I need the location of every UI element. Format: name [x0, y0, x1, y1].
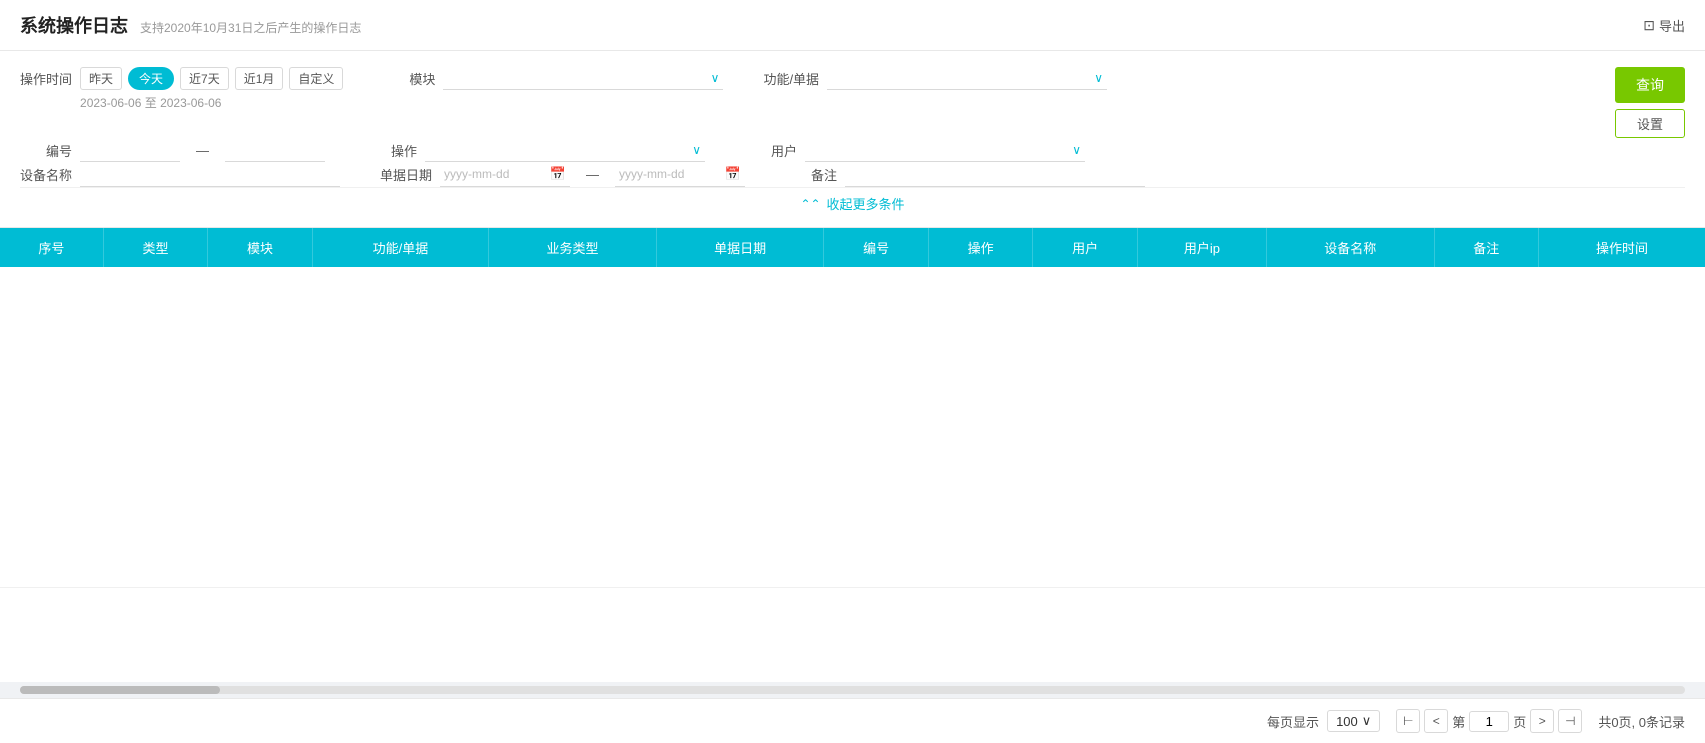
operation-filter: 操作 ∨ [365, 139, 705, 162]
col-biz-type: 业务类型 [489, 228, 657, 267]
page-size-select[interactable]: 100 ∨ [1327, 710, 1380, 732]
date-end-placeholder: yyyy-mm-dd [619, 167, 721, 181]
operation-select[interactable]: ∨ [425, 139, 705, 162]
user-label: 用户 [745, 141, 797, 160]
module-select[interactable]: ∨ [443, 67, 723, 90]
time-filter-group: 操作时间 昨天 今天 近7天 近1月 自定义 2023-06-06 至 2023… [20, 67, 343, 111]
page-number-input[interactable] [1469, 711, 1509, 732]
device-label: 设备名称 [20, 165, 72, 184]
settings-button[interactable]: 设置 [1615, 109, 1685, 138]
page-first-label: 第 [1452, 712, 1465, 731]
date-filter: 单据日期 yyyy-mm-dd 📅 — yyyy-mm-dd 📅 [380, 162, 745, 187]
function-filter: 功能/单据 ∨ [763, 67, 1107, 90]
col-user: 用户 [1033, 228, 1137, 267]
collapse-icon: ⌃⌃ [800, 197, 820, 211]
table-area: 序号 类型 模块 功能/单据 业务类型 单据日期 编号 操作 用户 用户ip 设… [0, 228, 1705, 682]
col-remark: 备注 [1434, 228, 1538, 267]
module-filter: 模块 ∨ [383, 67, 723, 90]
device-input[interactable] [80, 163, 340, 187]
date-start-wrap[interactable]: yyyy-mm-dd 📅 [440, 162, 570, 187]
time-btn-yesterday[interactable]: 昨天 [80, 67, 122, 90]
module-arrow-icon: ∨ [711, 71, 720, 85]
col-module: 模块 [208, 228, 312, 267]
remark-input[interactable] [845, 163, 1145, 187]
export-button[interactable]: ⊡ 导出 [1643, 16, 1685, 35]
calendar-start-icon: 📅 [550, 166, 566, 182]
number-label: 编号 [20, 141, 72, 160]
collapse-button[interactable]: ⌃⌃ 收起更多条件 [800, 194, 904, 213]
col-date: 单据日期 [656, 228, 824, 267]
page-size-value: 100 [1336, 714, 1358, 729]
table-body [0, 267, 1705, 587]
operation-label: 操作 [365, 141, 417, 160]
time-range-text: 2023-06-06 至 2023-06-06 [80, 94, 343, 111]
time-btn-today[interactable]: 今天 [128, 67, 174, 90]
page-nav: ⊢ < 第 页 > ⊣ [1396, 709, 1582, 733]
export-label: 导出 [1659, 16, 1685, 35]
function-arrow-icon: ∨ [1094, 71, 1103, 85]
col-operation: 操作 [928, 228, 1032, 267]
total-info: 共0页, 0条记录 [1598, 712, 1685, 731]
page-unit: 页 [1513, 712, 1526, 731]
col-user-ip: 用户ip [1137, 228, 1266, 267]
date-start-placeholder: yyyy-mm-dd [444, 167, 546, 181]
scrollbar-area[interactable] [0, 682, 1705, 698]
time-btn-1month[interactable]: 近1月 [235, 67, 284, 90]
user-filter: 用户 ∨ [745, 139, 1085, 162]
export-icon: ⊡ [1643, 17, 1655, 34]
time-btn-custom[interactable]: 自定义 [289, 67, 343, 90]
col-function: 功能/单据 [312, 228, 488, 267]
collapse-label: 收起更多条件 [827, 194, 905, 213]
operation-arrow-icon: ∨ [692, 143, 701, 157]
page-size-arrow-icon: ∨ [1362, 713, 1372, 729]
col-op-time: 操作时间 [1539, 228, 1705, 267]
function-label: 功能/单据 [763, 69, 819, 88]
col-index: 序号 [0, 228, 103, 267]
data-table: 序号 类型 模块 功能/单据 业务类型 单据日期 编号 操作 用户 用户ip 设… [0, 228, 1705, 588]
collapse-bar: ⌃⌃ 收起更多条件 [20, 187, 1685, 219]
table-header: 序号 类型 模块 功能/单据 业务类型 单据日期 编号 操作 用户 用户ip 设… [0, 228, 1705, 267]
time-label: 操作时间 [20, 67, 72, 88]
page-first-button[interactable]: ⊢ [1396, 709, 1420, 733]
user-arrow-icon: ∨ [1072, 143, 1081, 157]
page-prev-button[interactable]: < [1424, 709, 1448, 733]
calendar-end-icon: 📅 [725, 166, 741, 182]
filter-area: 操作时间 昨天 今天 近7天 近1月 自定义 2023-06-06 至 2023… [0, 51, 1705, 228]
device-filter: 设备名称 [20, 163, 340, 187]
col-number: 编号 [824, 228, 928, 267]
module-label: 模块 [383, 69, 435, 88]
date-label: 单据日期 [380, 165, 432, 184]
page-last-button[interactable]: ⊣ [1558, 709, 1582, 733]
number-input-start[interactable] [80, 138, 180, 162]
time-btn-7days[interactable]: 近7天 [180, 67, 229, 90]
page-size-label: 每页显示 [1267, 712, 1319, 731]
action-buttons: 查询 设置 [1615, 67, 1685, 138]
empty-state [0, 267, 1705, 587]
scrollbar-track [20, 686, 1685, 694]
date-end-wrap[interactable]: yyyy-mm-dd 📅 [615, 162, 745, 187]
scrollbar-thumb[interactable] [20, 686, 220, 694]
col-type: 类型 [103, 228, 207, 267]
page-next-button[interactable]: > [1530, 709, 1554, 733]
col-device: 设备名称 [1266, 228, 1434, 267]
query-button[interactable]: 查询 [1615, 67, 1685, 103]
user-select[interactable]: ∨ [805, 139, 1085, 162]
number-input-end[interactable] [225, 138, 325, 162]
remark-filter: 备注 [785, 163, 1145, 187]
page-subtitle: 支持2020年10月31日之后产生的操作日志 [140, 19, 361, 36]
page-header: 系统操作日志 支持2020年10月31日之后产生的操作日志 ⊡ 导出 [0, 0, 1705, 51]
remark-label: 备注 [785, 165, 837, 184]
pagination-bar: 每页显示 100 ∨ ⊢ < 第 页 > ⊣ 共0页, 0条记录 [0, 698, 1705, 743]
date-dash: — [586, 167, 599, 182]
number-dash: — [196, 143, 209, 158]
number-filter: 编号 — [20, 138, 325, 162]
page-title: 系统操作日志 [20, 12, 128, 38]
function-select[interactable]: ∨ [827, 67, 1107, 90]
